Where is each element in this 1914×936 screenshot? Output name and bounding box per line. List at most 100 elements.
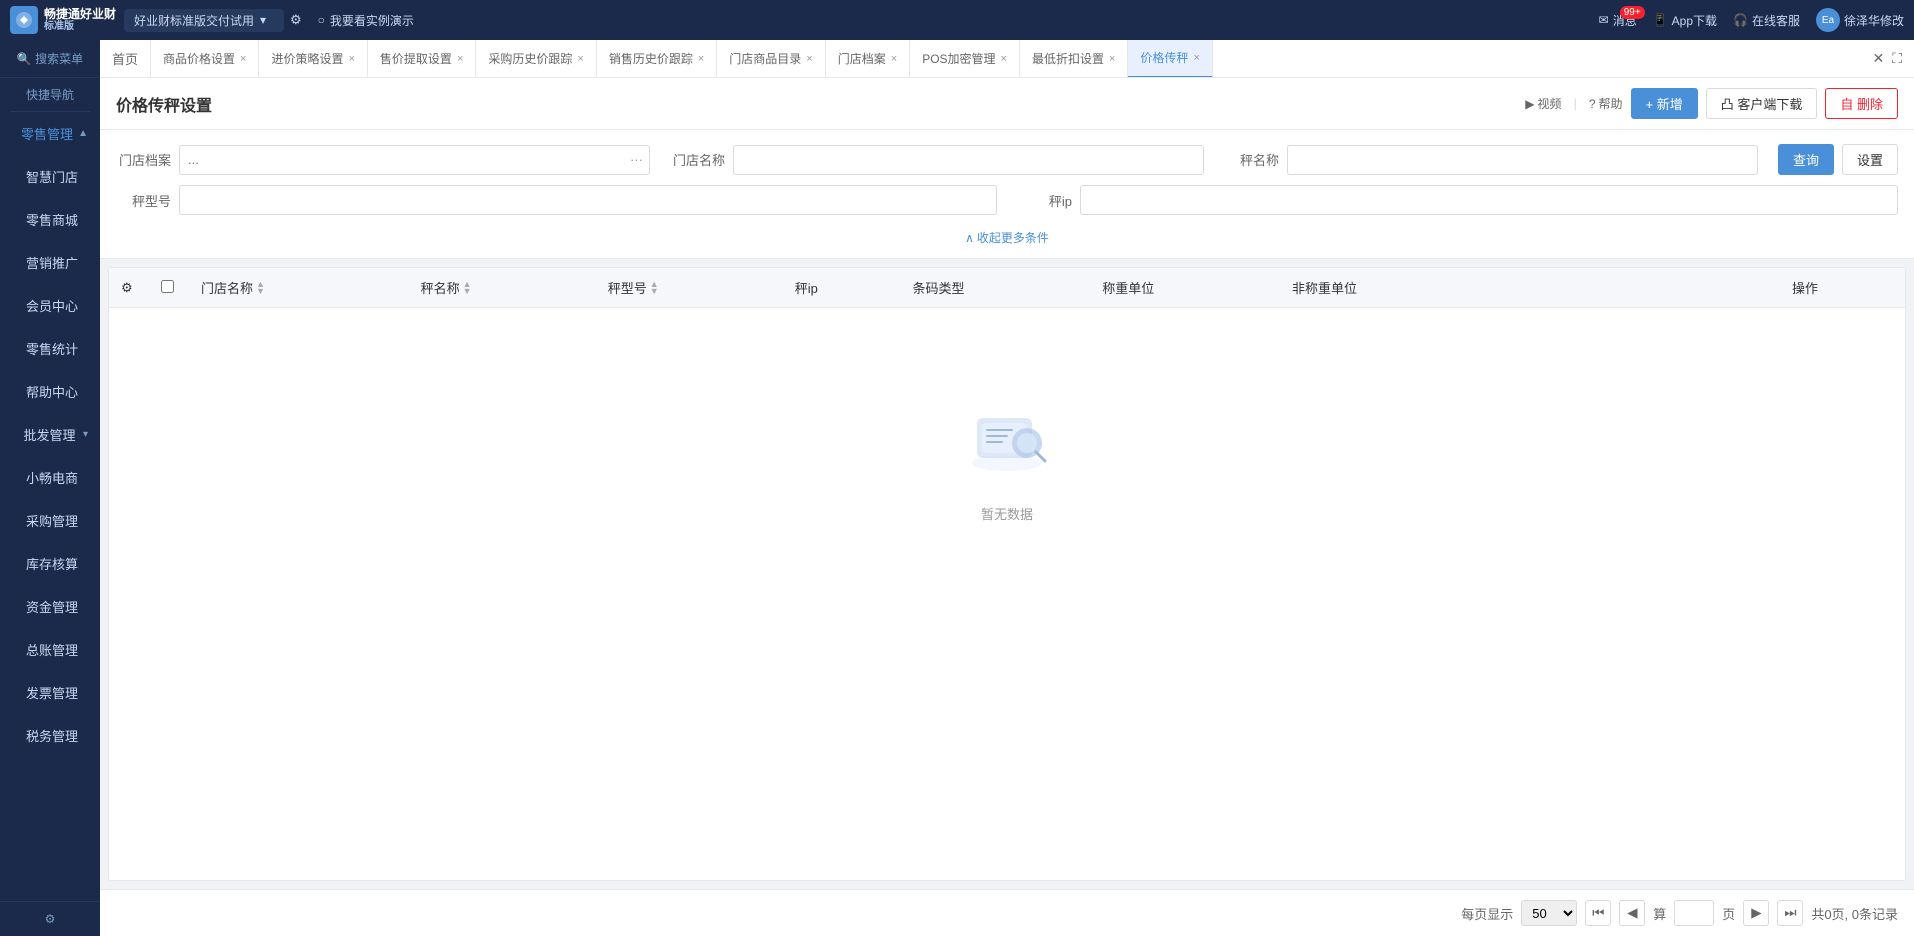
version-text: 好业财标准版交付试用 [134,12,254,29]
tab-store-file-close[interactable]: × [891,53,897,65]
col-store-name[interactable]: 门店名称 ▲▼ [189,268,409,308]
page-input[interactable]: 1 [1674,900,1714,926]
scale-model-input[interactable] [179,185,997,215]
tab-min-discount[interactable]: 最低折扣设置 × [1020,40,1128,78]
settings-button[interactable]: 设置 [1842,144,1898,175]
top-bar: 畅捷通好业财 标准版 好业财标准版交付试用 ▾ ⚙ ○ 我要看实例演示 ✉ 消息… [0,0,1914,40]
last-page-btn[interactable]: ⏭ [1777,900,1803,926]
user-area[interactable]: Ea 徐泽华修改 [1816,8,1904,32]
tab-purchase-history-close[interactable]: × [577,53,583,65]
sidebar-item-wholesale[interactable]: 批发管理 ▾ [0,413,100,456]
sidebar-item-inventory[interactable]: 库存核算 [0,542,100,585]
page-unit: 页 [1722,904,1735,923]
tab-sale-price-close[interactable]: × [457,53,463,65]
sidebar-item-retail[interactable]: 零售管理 ▲ [0,112,100,155]
sort-arrows-store: ▲▼ [256,281,265,294]
demo-text: 我要看实例演示 [330,12,414,29]
delete-button-label: 自 删除 [1840,94,1883,113]
ellipsis-icon[interactable]: ··· [624,152,649,167]
right-panel: 首页 商品价格设置 × 进价策略设置 × 售价提取设置 × 采购历史价跟踪 × [100,40,1914,936]
tab-purchase-strategy-close[interactable]: × [348,53,354,65]
sidebar-item-general-ledger-label: 总账管理 [16,640,88,659]
help-link[interactable]: ? 帮助 [1589,95,1623,112]
scale-ip-input[interactable] [1080,185,1898,215]
store-file-field: 门店档案 ··· [116,145,650,175]
version-selector[interactable]: 好业财标准版交付试用 ▾ [124,9,284,32]
search-button[interactable]: 查询 [1778,144,1834,175]
tab-maximize-btn[interactable]: ⛶ [1888,50,1906,67]
search-button-label: 查询 [1793,150,1819,169]
tab-price-scale-close[interactable]: × [1193,52,1199,64]
sidebar-settings-btn[interactable]: ⚙ [0,901,100,936]
tab-sale-history-close[interactable]: × [698,53,704,65]
settings-icon-btn[interactable]: ⚙ [290,12,302,28]
sidebar-item-inventory-label: 库存核算 [16,554,88,573]
message-icon: ✉ [1599,13,1609,27]
next-page-btn[interactable]: ▶ [1743,900,1769,926]
sidebar-item-retail-stats[interactable]: 零售统计 [0,327,100,370]
tab-price-setting-close[interactable]: × [240,53,246,65]
store-file-input[interactable] [180,146,624,174]
sidebar-quick-nav[interactable]: 快捷导航 [0,78,100,111]
col-settings[interactable]: ⚙ [109,268,149,308]
tab-purchase-history[interactable]: 采购历史价跟踪 × [476,40,596,78]
add-button[interactable]: + 新增 [1631,88,1698,119]
sidebar-item-help[interactable]: 帮助中心 [0,370,100,413]
col-operation: 操作 [1780,268,1905,308]
sidebar-item-tax[interactable]: 税务管理 [0,714,100,757]
select-all-checkbox[interactable] [161,280,174,293]
logo-line2: 标准版 [44,21,116,33]
sidebar-item-finance[interactable]: 资金管理 [0,585,100,628]
tab-home[interactable]: 首页 [100,40,151,78]
store-file-input-wrapper: ··· [179,145,650,175]
sidebar-item-purchase[interactable]: 采购管理 [0,499,100,542]
tab-store-catalog[interactable]: 门店商品目录 × [717,40,825,78]
tab-sale-history[interactable]: 销售历史价跟踪 × [597,40,717,78]
demo-button[interactable]: ○ 我要看实例演示 [318,12,414,29]
tab-pos-encrypt-close[interactable]: × [1001,53,1007,65]
page-header: 价格传秤设置 ▶ 视频 | ? 帮助 + 新增 凸 客户端下载 [100,78,1914,130]
sidebar-item-invoice[interactable]: 发票管理 [0,671,100,714]
page-title: 价格传秤设置 [116,92,212,116]
messages-btn[interactable]: ✉ 消息 99+ [1599,12,1637,29]
col-scale-name[interactable]: 秤名称 ▲▼ [409,268,596,308]
tab-store-catalog-close[interactable]: × [806,53,812,65]
download-button[interactable]: 凸 客户端下载 [1706,88,1818,119]
tab-purchase-strategy-label: 进价策略设置 [271,50,343,67]
collapse-btn[interactable]: ∧ 收起更多条件 [965,229,1049,246]
prev-page-btn[interactable]: ◀ [1619,900,1645,926]
tab-store-file[interactable]: 门店档案 × [826,40,910,78]
tab-close-all-btn[interactable]: ✕ [1868,50,1888,67]
col-checkbox[interactable] [149,268,189,308]
service-icon: 🎧 [1733,13,1748,27]
video-label: 视频 [1537,95,1561,112]
sidebar-search[interactable]: 🔍 搜索菜单 [0,40,100,78]
help-icon: ? [1589,97,1596,111]
sidebar-item-smart-store[interactable]: 智慧门店 [0,155,100,198]
col-scale-model[interactable]: 秤型号 ▲▼ [596,268,783,308]
tab-purchase-strategy[interactable]: 进价策略设置 × [259,40,367,78]
search-area: 门店档案 ··· 门店名称 秤名称 [100,130,1914,259]
tab-price-setting[interactable]: 商品价格设置 × [151,40,259,78]
app-download-btn[interactable]: 📱 App下载 [1653,12,1717,29]
logo-area: 畅捷通好业财 标准版 [10,6,116,34]
tab-pos-encrypt[interactable]: POS加密管理 × [910,40,1020,78]
sidebar-item-general-ledger[interactable]: 总账管理 [0,628,100,671]
tab-min-discount-close[interactable]: × [1109,53,1115,65]
tab-price-scale[interactable]: 价格传秤 × [1128,40,1212,78]
video-link[interactable]: ▶ 视频 [1525,95,1561,112]
sidebar-item-marketing[interactable]: 营销推广 [0,241,100,284]
empty-illustration [957,388,1057,488]
sidebar-item-member[interactable]: 会员中心 [0,284,100,327]
sidebar-item-retail-mall[interactable]: 零售商城 [0,198,100,241]
delete-button[interactable]: 自 删除 [1825,88,1898,119]
per-page-select[interactable]: 50 100 200 [1521,900,1577,926]
scale-name-input[interactable] [1287,145,1758,175]
tab-sale-price[interactable]: 售价提取设置 × [368,40,476,78]
col-operation-label: 操作 [1792,281,1818,296]
sidebar-item-ecommerce[interactable]: 小畅电商 [0,456,100,499]
search-icon: 🔍 [17,52,32,66]
first-page-btn[interactable]: ⏮ [1585,900,1611,926]
store-name-input[interactable] [733,145,1204,175]
online-service-btn[interactable]: 🎧 在线客服 [1733,12,1800,29]
